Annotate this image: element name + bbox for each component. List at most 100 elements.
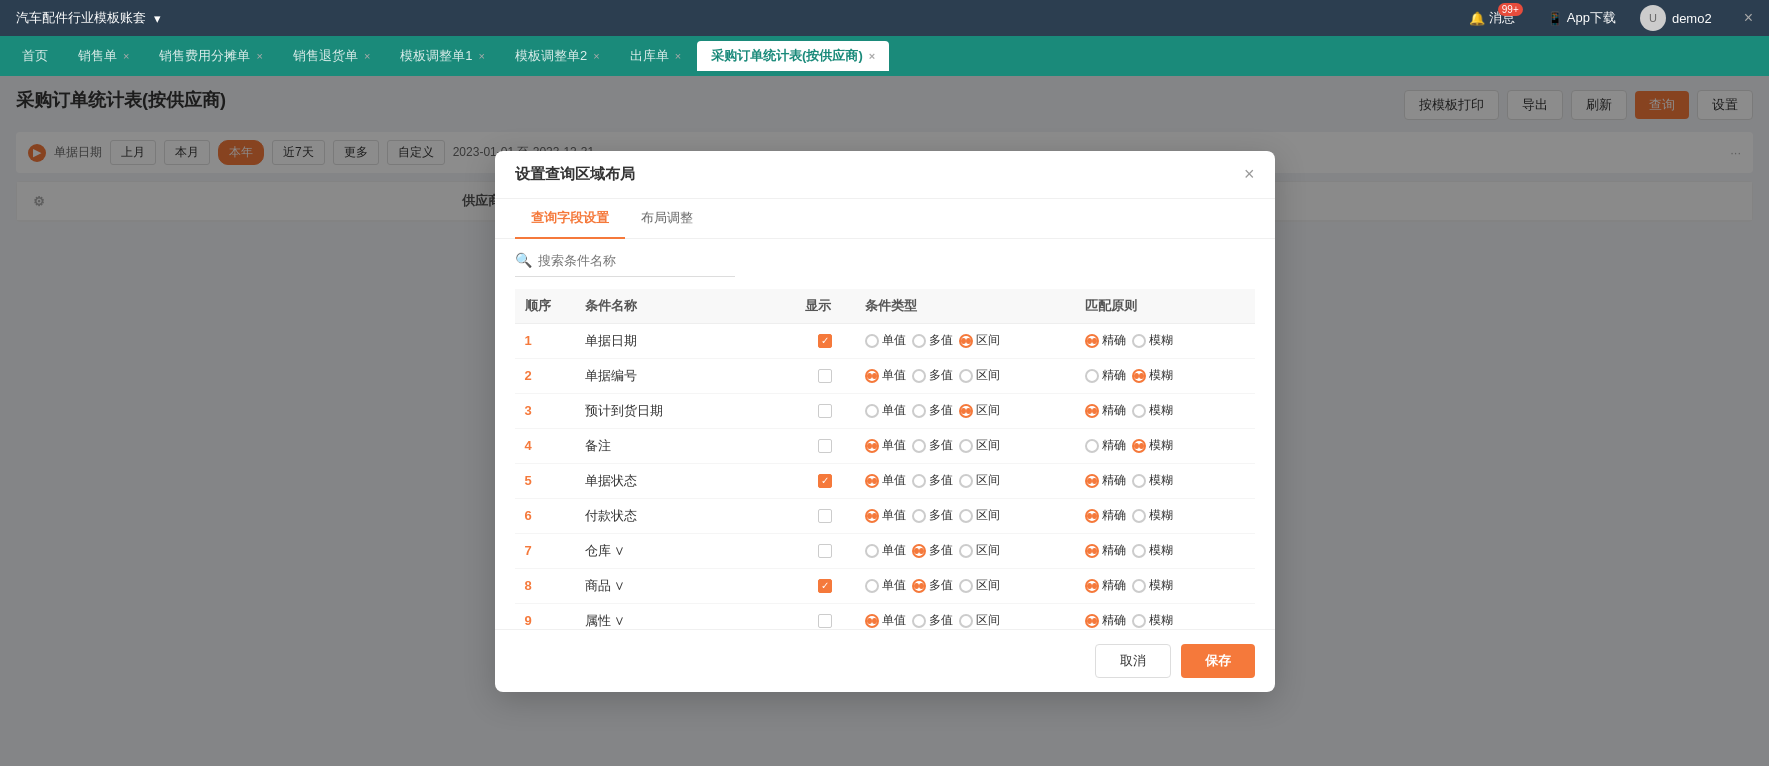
row-display	[795, 603, 855, 629]
row-name: 仓库 ∨	[575, 533, 795, 568]
tab-template2[interactable]: 模板调整单2 ×	[501, 41, 614, 71]
display-checkbox[interactable]	[818, 404, 832, 418]
match-exact-radio[interactable]: 精确	[1085, 437, 1126, 454]
table-row: 2单据编号 单值 多值 区间 精确	[515, 358, 1255, 393]
tab-template1-close[interactable]: ×	[479, 50, 485, 62]
tab-sales-return[interactable]: 销售退货单 ×	[279, 41, 384, 71]
download-wrap[interactable]: 📱 App下载	[1547, 9, 1616, 27]
save-button[interactable]: 保存	[1181, 644, 1255, 678]
type-multi-radio[interactable]: 多值	[912, 542, 953, 559]
avatar[interactable]: U demo2	[1640, 5, 1712, 31]
tab-template2-close[interactable]: ×	[593, 50, 599, 62]
tab-sales-return-close[interactable]: ×	[364, 50, 370, 62]
match-fuzzy-radio[interactable]: 模糊	[1132, 402, 1173, 419]
tab-outbound-close[interactable]: ×	[675, 50, 681, 62]
row-order: 1	[515, 323, 575, 358]
tab-home[interactable]: 首页	[8, 41, 62, 71]
match-exact-radio[interactable]: 精确	[1085, 367, 1126, 384]
match-fuzzy-radio[interactable]: 模糊	[1132, 437, 1173, 454]
match-fuzzy-radio[interactable]: 模糊	[1132, 367, 1173, 384]
type-multi-radio[interactable]: 多值	[912, 402, 953, 419]
match-exact-radio[interactable]: 精确	[1085, 577, 1126, 594]
match-exact-radio[interactable]: 精确	[1085, 542, 1126, 559]
match-exact-radio[interactable]: 精确	[1085, 472, 1126, 489]
type-single-radio[interactable]: 单值	[865, 472, 906, 489]
dropdown-icon[interactable]: ▾	[154, 11, 161, 26]
table-row: 4备注 单值 多值 区间 精确	[515, 428, 1255, 463]
table-row: 8商品 ∨ 单值 多值 区间 精确	[515, 568, 1255, 603]
type-single-radio[interactable]: 单值	[865, 402, 906, 419]
match-fuzzy-radio[interactable]: 模糊	[1132, 577, 1173, 594]
modal-close-button[interactable]: ×	[1244, 165, 1255, 183]
cancel-button[interactable]: 取消	[1095, 644, 1171, 678]
tab-sales-expense[interactable]: 销售费用分摊单 ×	[145, 41, 276, 71]
tab-purchase-stats[interactable]: 采购订单统计表(按供应商) ×	[697, 41, 889, 71]
match-fuzzy-radio[interactable]: 模糊	[1132, 507, 1173, 524]
display-checkbox[interactable]	[818, 614, 832, 628]
notification-wrap[interactable]: 🔔 消息 99+	[1469, 9, 1515, 27]
type-range-radio[interactable]: 区间	[959, 472, 1000, 489]
display-checkbox[interactable]	[818, 369, 832, 383]
type-range-radio[interactable]: 区间	[959, 437, 1000, 454]
display-checkbox[interactable]	[818, 439, 832, 453]
type-multi-radio[interactable]: 多值	[912, 437, 953, 454]
type-range-radio[interactable]: 区间	[959, 402, 1000, 419]
type-range-radio[interactable]: 区间	[959, 507, 1000, 524]
display-checkbox[interactable]	[818, 334, 832, 348]
type-single-radio[interactable]: 单值	[865, 507, 906, 524]
row-type: 单值 多值 区间	[855, 323, 1075, 358]
search-input[interactable]	[532, 251, 712, 270]
type-range-radio[interactable]: 区间	[959, 612, 1000, 629]
type-single-radio[interactable]: 单值	[865, 367, 906, 384]
type-single-radio[interactable]: 单值	[865, 577, 906, 594]
modal-tab-layout[interactable]: 布局调整	[625, 199, 709, 239]
row-type: 单值 多值 区间	[855, 533, 1075, 568]
type-single-radio[interactable]: 单值	[865, 542, 906, 559]
modal-body: 顺序 条件名称 显示 条件类型 匹配原则 1单据日期 单值	[495, 289, 1275, 629]
avatar-img: U	[1640, 5, 1666, 31]
topbar-close-button[interactable]: ×	[1744, 9, 1753, 27]
type-multi-radio[interactable]: 多值	[912, 367, 953, 384]
row-order: 9	[515, 603, 575, 629]
modal-tab-query-fields[interactable]: 查询字段设置	[515, 199, 625, 239]
display-checkbox[interactable]	[818, 544, 832, 558]
match-fuzzy-radio[interactable]: 模糊	[1132, 472, 1173, 489]
row-name: 预计到货日期	[575, 393, 795, 428]
type-single-radio[interactable]: 单值	[865, 612, 906, 629]
match-fuzzy-radio[interactable]: 模糊	[1132, 612, 1173, 629]
display-checkbox[interactable]	[818, 509, 832, 523]
row-match: 精确 模糊	[1075, 393, 1255, 428]
match-exact-radio[interactable]: 精确	[1085, 612, 1126, 629]
match-exact-radio[interactable]: 精确	[1085, 402, 1126, 419]
match-fuzzy-radio[interactable]: 模糊	[1132, 332, 1173, 349]
display-checkbox[interactable]	[818, 579, 832, 593]
row-order: 8	[515, 568, 575, 603]
display-checkbox[interactable]	[818, 474, 832, 488]
type-multi-radio[interactable]: 多值	[912, 577, 953, 594]
type-range-radio[interactable]: 区间	[959, 332, 1000, 349]
tab-template1[interactable]: 模板调整单1 ×	[386, 41, 499, 71]
row-name: 单据编号	[575, 358, 795, 393]
tab-outbound[interactable]: 出库单 ×	[616, 41, 695, 71]
type-single-radio[interactable]: 单值	[865, 437, 906, 454]
row-type: 单值 多值 区间	[855, 428, 1075, 463]
tab-purchase-stats-close[interactable]: ×	[869, 50, 875, 62]
type-multi-radio[interactable]: 多值	[912, 507, 953, 524]
type-range-radio[interactable]: 区间	[959, 577, 1000, 594]
row-display	[795, 533, 855, 568]
tab-sales-order[interactable]: 销售单 ×	[64, 41, 143, 71]
type-multi-radio[interactable]: 多值	[912, 472, 953, 489]
type-single-radio[interactable]: 单值	[865, 332, 906, 349]
match-exact-radio[interactable]: 精确	[1085, 507, 1126, 524]
row-order: 4	[515, 428, 575, 463]
th-type: 条件类型	[855, 289, 1075, 324]
type-range-radio[interactable]: 区间	[959, 367, 1000, 384]
type-multi-radio[interactable]: 多值	[912, 332, 953, 349]
bell-icon: 🔔	[1469, 11, 1485, 26]
tab-sales-order-close[interactable]: ×	[123, 50, 129, 62]
tab-sales-expense-close[interactable]: ×	[256, 50, 262, 62]
type-range-radio[interactable]: 区间	[959, 542, 1000, 559]
match-exact-radio[interactable]: 精确	[1085, 332, 1126, 349]
match-fuzzy-radio[interactable]: 模糊	[1132, 542, 1173, 559]
type-multi-radio[interactable]: 多值	[912, 612, 953, 629]
